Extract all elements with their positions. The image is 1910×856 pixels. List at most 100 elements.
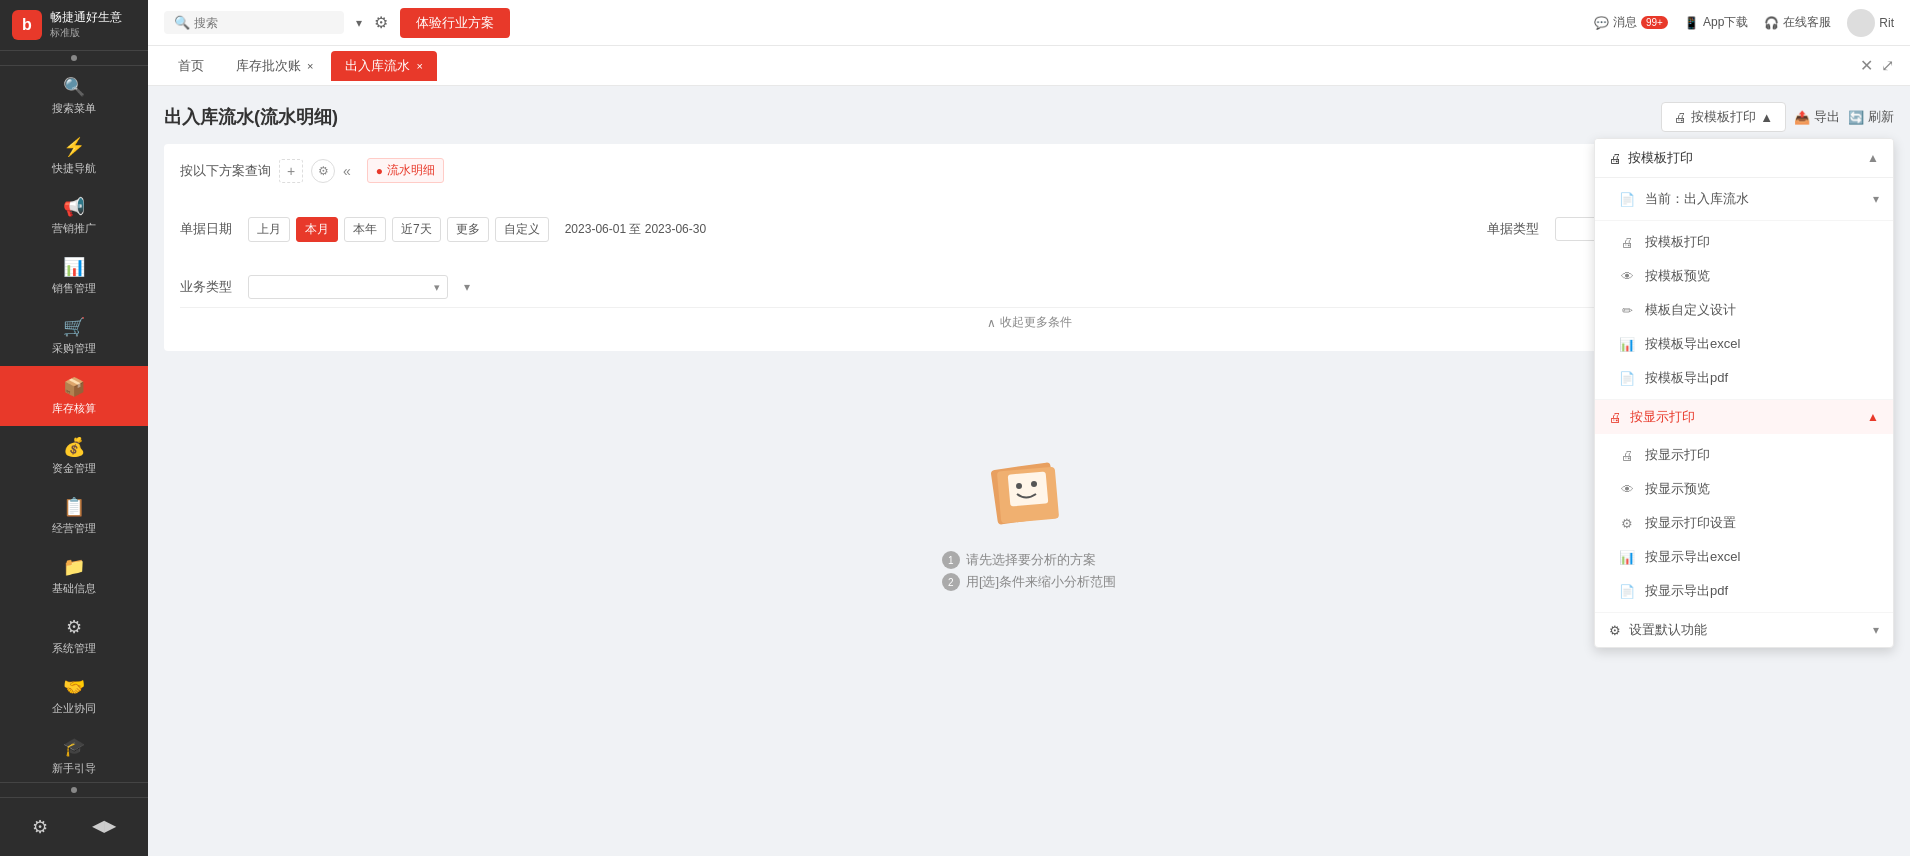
maximize-window-btn[interactable]: ⤢ — [1881, 56, 1894, 75]
dropdown-display-section: 🖨 按显示打印 👁 按显示预览 ⚙ 按显示打印设置 — [1595, 434, 1893, 613]
topbar-dropdown-btn[interactable]: ▾ — [356, 16, 362, 30]
app-logo: b 畅捷通好生意 标准版 — [0, 0, 148, 51]
refresh-btn[interactable]: 🔄 刷新 — [1848, 108, 1894, 126]
tab-batch-account[interactable]: 库存批次账 × — [222, 51, 327, 81]
message-badge: 99+ — [1641, 16, 1668, 29]
footer-settings-icon: ⚙ — [1609, 623, 1621, 638]
print-btn-wrap: 🖨 按模板打印 ▲ — [1661, 102, 1786, 132]
tab-inout-flow[interactable]: 出入库流水 × — [331, 51, 436, 81]
sidebar-bottom: ⚙ ◀▶ — [0, 797, 148, 856]
guide-icon: 🎓 — [63, 736, 85, 758]
topbar-gear-btn[interactable]: ⚙ — [374, 13, 388, 32]
dropdown-display-pdf[interactable]: 📄 按显示导出pdf — [1595, 574, 1893, 608]
tab-batch-account-close[interactable]: × — [307, 60, 313, 72]
customer-service-btn[interactable]: 🎧 在线客服 — [1764, 14, 1831, 31]
dropdown-template-pdf[interactable]: 📄 按模板导出pdf — [1595, 361, 1893, 395]
print-dropdown-panel: 🖨 按模板打印 ▲ 📄 当前：出入库流水 ▾ — [1594, 138, 1894, 648]
date-btn-last-7-days[interactable]: 近7天 — [392, 217, 441, 242]
empty-hint-1: 1 请先选择要分析的方案 — [942, 551, 1116, 569]
app-download-btn[interactable]: 📱 App下载 — [1684, 14, 1748, 31]
dropdown-template-excel[interactable]: 📊 按模板导出excel — [1595, 327, 1893, 361]
page-content: 出入库流水(流水明细) 🖨 按模板打印 ▲ 📤 导出 🔄 — [148, 86, 1910, 856]
dropdown-template-print[interactable]: 🖨 按模板打印 — [1595, 225, 1893, 259]
scroll-down-indicator[interactable] — [71, 787, 77, 793]
business-type-dropdown-icon[interactable]: ▾ — [464, 280, 470, 294]
sidebar-item-enterprise[interactable]: 🤝 企业协同 — [0, 666, 148, 726]
sidebar-item-guide[interactable]: 🎓 新手引导 — [0, 726, 148, 782]
date-buttons: 上月 本月 本年 近7天 更多 自定义 — [248, 217, 549, 242]
current-arrow-icon: ▾ — [1873, 192, 1879, 206]
date-btn-custom[interactable]: 自定义 — [495, 217, 549, 242]
sidebar-item-marketing[interactable]: 📢 营销推广 — [0, 186, 148, 246]
display-excel-icon: 📊 — [1619, 549, 1635, 565]
dropdown-display-header[interactable]: 🖨 按显示打印 ▲ — [1595, 400, 1893, 434]
sidebar-item-system[interactable]: ⚙ 系统管理 — [0, 606, 148, 666]
dropdown-collapse-btn[interactable]: ▲ — [1867, 151, 1879, 165]
tab-home[interactable]: 首页 — [164, 51, 218, 81]
display-settings-icon: ⚙ — [1619, 515, 1635, 531]
purchase-icon: 🛒 — [63, 316, 85, 338]
message-icon: 💬 — [1594, 16, 1609, 30]
tabbar: 首页 库存批次账 × 出入库流水 × ✕ ⤢ — [148, 46, 1910, 86]
print-dropdown-btn[interactable]: 🖨 按模板打印 ▲ — [1661, 102, 1786, 132]
empty-state-illustration — [979, 431, 1079, 531]
tab-home-label: 首页 — [178, 57, 204, 75]
page-header: 出入库流水(流水明细) 🖨 按模板打印 ▲ 📤 导出 🔄 — [164, 102, 1894, 132]
tab-inout-flow-close[interactable]: × — [416, 60, 422, 72]
empty-hint-2: 2 用[选]条件来缩小分析范围 — [942, 573, 1116, 591]
sidebar-item-sales[interactable]: 📊 销售管理 — [0, 246, 148, 306]
hint-num-2: 2 — [942, 573, 960, 591]
sidebar-item-operation[interactable]: 📋 经营管理 — [0, 486, 148, 546]
display-pdf-icon: 📄 — [1619, 583, 1635, 599]
printer-icon: 🖨 — [1674, 110, 1687, 125]
filter-active-tag: ● 流水明细 — [367, 158, 444, 183]
dropdown-display-print[interactable]: 🖨 按显示打印 — [1595, 438, 1893, 472]
close-window-btn[interactable]: ✕ — [1860, 56, 1873, 75]
enterprise-icon: 🤝 — [63, 676, 85, 698]
sidebar-item-basic[interactable]: 📁 基础信息 — [0, 546, 148, 606]
dropdown-header: 🖨 按模板打印 ▲ — [1595, 139, 1893, 178]
date-btn-more[interactable]: 更多 — [447, 217, 489, 242]
dropdown-current-item[interactable]: 📄 当前：出入库流水 ▾ — [1595, 182, 1893, 216]
quick-nav-icon: ⚡ — [63, 136, 85, 158]
date-btn-this-year[interactable]: 本年 — [344, 217, 386, 242]
current-icon: 📄 — [1619, 191, 1635, 207]
date-btn-this-month[interactable]: 本月 — [296, 217, 338, 242]
business-type-select[interactable] — [248, 275, 448, 299]
export-btn[interactable]: 📤 导出 — [1794, 108, 1840, 126]
sidebar-settings-btn[interactable]: ⚙ — [24, 808, 56, 846]
sidebar-item-purchase[interactable]: 🛒 采购管理 — [0, 306, 148, 366]
dropdown-current-label: 当前：出入库流水 — [1645, 190, 1749, 208]
filter-add-btn[interactable]: + — [279, 159, 303, 183]
message-btn[interactable]: 💬 消息 99+ — [1594, 14, 1668, 31]
inventory-icon: 📦 — [63, 376, 85, 398]
printer-header-icon: 🖨 — [1609, 151, 1622, 166]
basic-icon: 📁 — [63, 556, 85, 578]
dropdown-template-custom[interactable]: ✏ 模板自定义设计 — [1595, 293, 1893, 327]
sidebar-collapse-btn[interactable]: ◀▶ — [84, 808, 124, 846]
topbar-search-input[interactable] — [194, 16, 334, 30]
date-btn-last-month[interactable]: 上月 — [248, 217, 290, 242]
filter-collapse-btn[interactable]: « — [343, 163, 351, 179]
message-label: 消息 — [1613, 14, 1637, 31]
trial-btn[interactable]: 体验行业方案 — [400, 8, 510, 38]
dropdown-footer[interactable]: ⚙ 设置默认功能 ▾ — [1595, 613, 1893, 647]
sidebar-item-search[interactable]: 🔍 搜索菜单 — [0, 66, 148, 126]
sidebar-item-quick-nav[interactable]: ⚡ 快捷导航 — [0, 126, 148, 186]
date-range-text: 2023-06-01 至 2023-06-30 — [565, 221, 706, 238]
scroll-up-indicator[interactable] — [71, 55, 77, 61]
filter-scheme-settings-btn[interactable]: ⚙ — [311, 159, 335, 183]
dropdown-template-section: 🖨 按模板打印 👁 按模板预览 ✏ 模板自定义设计 — [1595, 221, 1893, 400]
dropdown-template-preview[interactable]: 👁 按模板预览 — [1595, 259, 1893, 293]
dropdown-display-excel[interactable]: 📊 按显示导出excel — [1595, 540, 1893, 574]
dropdown-display-settings[interactable]: ⚙ 按显示打印设置 — [1595, 506, 1893, 540]
print-btn-label: 按模板打印 — [1691, 108, 1756, 126]
dropdown-display-preview[interactable]: 👁 按显示预览 — [1595, 472, 1893, 506]
user-name: Rit — [1879, 16, 1894, 30]
sidebar-item-inventory[interactable]: 📦 库存核算 — [0, 366, 148, 426]
user-avatar-area[interactable]: Rit — [1847, 9, 1894, 37]
search-icon: 🔍 — [174, 15, 190, 30]
display-section-icon: 🖨 — [1609, 410, 1622, 425]
main-area: 🔍 ▾ ⚙ 体验行业方案 💬 消息 99+ 📱 App下载 🎧 — [148, 0, 1910, 856]
sidebar-item-finance[interactable]: 💰 资金管理 — [0, 426, 148, 486]
